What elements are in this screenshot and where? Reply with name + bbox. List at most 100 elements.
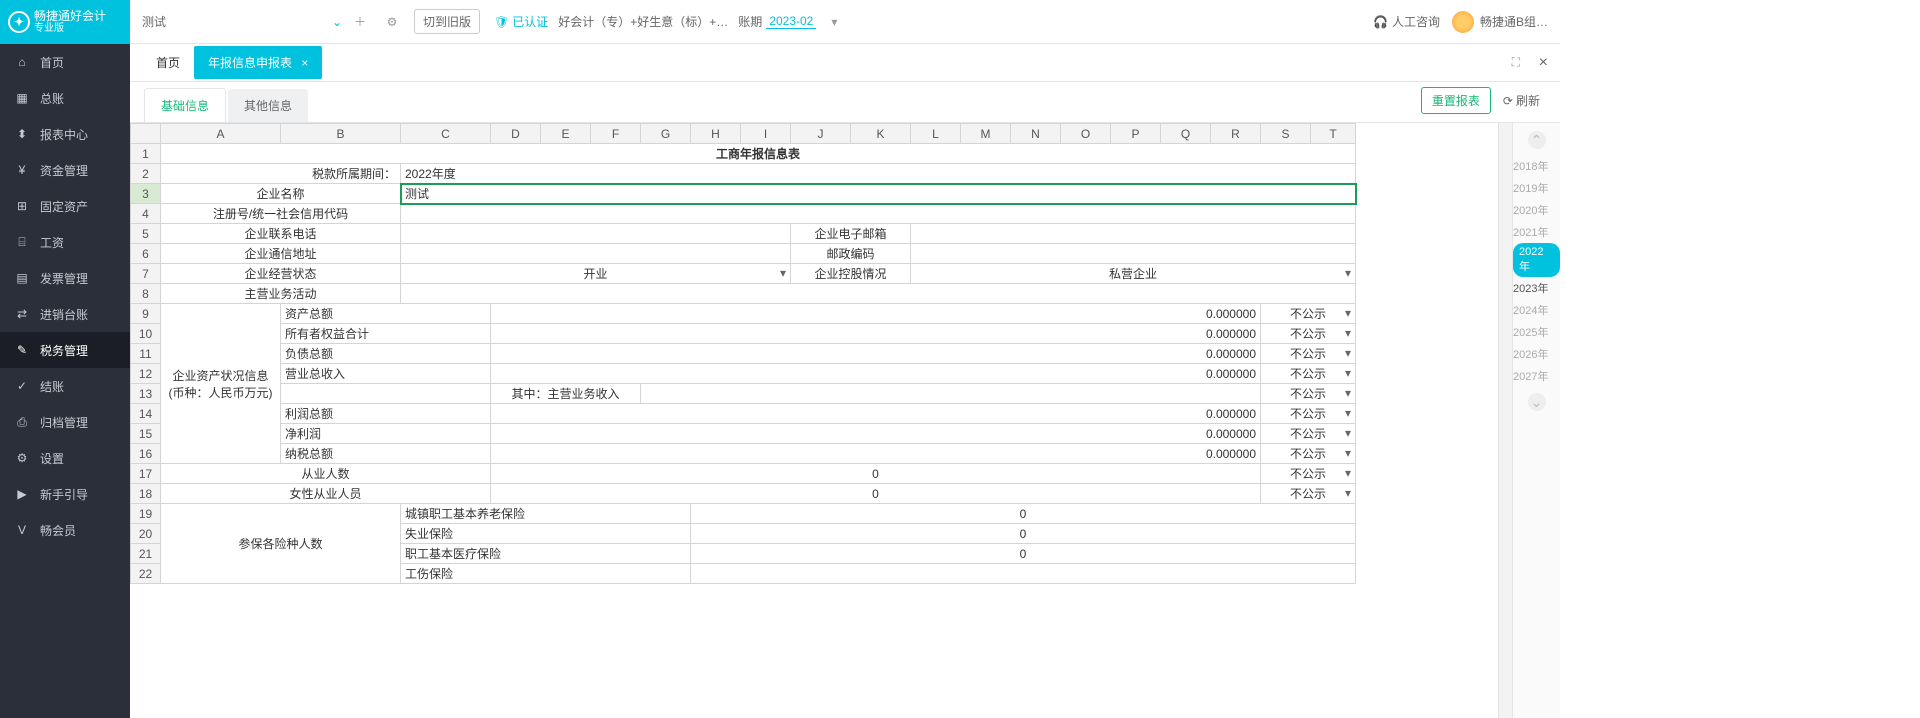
chevron-down-icon[interactable]: ▾ [1345, 266, 1351, 280]
page-tabs: 首页 年报信息申报表 × ⛶ × [130, 44, 1560, 82]
sidebar-item-11[interactable]: ⚙设置 [0, 440, 130, 476]
nav-icon: ⇄ [14, 306, 30, 322]
year-item[interactable]: 2027年 [1513, 365, 1560, 387]
tax-period-value[interactable]: 2022年度 [401, 164, 1356, 184]
sidebar-item-2[interactable]: ⬍报表中心 [0, 116, 130, 152]
sidebar-item-5[interactable]: ⌸工资 [0, 224, 130, 260]
plan-label: 好会计（专）+好生意（标）+… [558, 13, 728, 30]
col-header[interactable]: M [961, 124, 1011, 144]
col-header[interactable]: S [1261, 124, 1311, 144]
col-header[interactable]: R [1211, 124, 1261, 144]
refresh-icon: ⟳ [1503, 94, 1513, 108]
col-header[interactable]: H [691, 124, 741, 144]
refresh-button[interactable]: ⟳ 刷新 [1503, 92, 1540, 109]
year-item[interactable]: 2021年 [1513, 221, 1560, 243]
col-header[interactable]: E [541, 124, 591, 144]
tabs-close-icon[interactable]: × [1539, 54, 1548, 72]
asset-group-label: 企业资产状况信息(币种：人民币万元) [161, 304, 281, 464]
certified-badge: 🛡 已认证 [494, 13, 548, 30]
year-item[interactable]: 2024年 [1513, 299, 1560, 321]
subtab-other[interactable]: 其他信息 [228, 89, 308, 122]
period-picker[interactable]: 2023-02 [766, 14, 816, 29]
year-item[interactable]: 2019年 [1513, 177, 1560, 199]
col-header[interactable]: B [281, 124, 401, 144]
sidebar-item-10[interactable]: ⎙归档管理 [0, 404, 130, 440]
sidebar-item-7[interactable]: ⇄进销台账 [0, 296, 130, 332]
year-up-icon[interactable]: ⌃ [1528, 131, 1546, 149]
col-header[interactable]: Q [1161, 124, 1211, 144]
sheet-title: 工商年报信息表 [161, 144, 1356, 164]
year-item[interactable]: 2026年 [1513, 343, 1560, 365]
period-dropdown-icon[interactable]: ▾ [820, 8, 848, 36]
company-selector[interactable]: 测试 ⌄ [142, 13, 342, 30]
col-header[interactable]: O [1061, 124, 1111, 144]
corner-cell[interactable] [131, 124, 161, 144]
col-header[interactable]: K [851, 124, 911, 144]
year-item[interactable]: 2022年 [1513, 243, 1560, 277]
year-item[interactable]: 2025年 [1513, 321, 1560, 343]
business-status-select[interactable]: 开业▾ [401, 264, 791, 284]
nav-icon: ⎙ [14, 414, 30, 430]
close-icon[interactable]: × [301, 56, 308, 70]
sub-tabs: 基础信息 其他信息 重置报表 ⟳ 刷新 [130, 82, 1560, 122]
year-down-icon[interactable]: ⌄ [1528, 393, 1546, 411]
tab-home[interactable]: 首页 [142, 46, 194, 79]
nav-icon: ✎ [14, 342, 30, 358]
spreadsheet[interactable]: ABCDEFGHIJKLMNOPQRST 1工商年报信息表 2税款所属期间：20… [130, 123, 1498, 718]
company-name-cell[interactable]: 测试 [401, 184, 1356, 204]
period-label: 账期 [738, 13, 762, 30]
sidebar-item-4[interactable]: ⊞固定资产 [0, 188, 130, 224]
col-header[interactable]: L [911, 124, 961, 144]
sidebar-item-13[interactable]: V畅会员 [0, 512, 130, 548]
sidebar-item-9[interactable]: ✓结账 [0, 368, 130, 404]
col-header[interactable]: F [591, 124, 641, 144]
nav-icon: V [14, 522, 30, 538]
col-header[interactable]: J [791, 124, 851, 144]
tax-period-label: 税款所属期间： [161, 164, 401, 184]
sidebar-item-1[interactable]: ▦总账 [0, 80, 130, 116]
col-header[interactable]: T [1311, 124, 1356, 144]
nav-icon: ▦ [14, 90, 30, 106]
gear-icon[interactable]: ⚙ [378, 8, 406, 36]
expand-icon[interactable]: ⛶ [1512, 55, 1520, 70]
publicity-select[interactable]: 不公示▾ [1261, 304, 1356, 324]
avatar[interactable] [1452, 11, 1474, 33]
sidebar-item-3[interactable]: ¥资金管理 [0, 152, 130, 188]
nav-icon: ⚙ [14, 450, 30, 466]
year-item[interactable]: 2023年 [1513, 277, 1560, 299]
topbar: 测试 ⌄ ＋ ⚙ 切到旧版 🛡 已认证 好会计（专）+好生意（标）+… 账期 2… [130, 0, 1560, 44]
add-icon[interactable]: ＋ [346, 8, 374, 36]
year-item[interactable]: 2020年 [1513, 199, 1560, 221]
subtab-basic[interactable]: 基础信息 [144, 88, 226, 122]
col-header[interactable]: G [641, 124, 691, 144]
support-link[interactable]: 人工咨询 [1392, 13, 1440, 30]
sidebar-item-0[interactable]: ⌂首页 [0, 44, 130, 80]
nav-icon: ▤ [14, 270, 30, 286]
col-header[interactable]: N [1011, 124, 1061, 144]
brand-edition: 专业版 [34, 23, 106, 34]
cloud-icon: ✦ [8, 11, 30, 33]
chevron-down-icon[interactable]: ▾ [780, 266, 786, 280]
chevron-down-icon[interactable]: ⌄ [332, 15, 342, 29]
insurance-group-label: 参保各险种人数 [161, 504, 401, 584]
ownership-select[interactable]: 私营企业▾ [911, 264, 1356, 284]
col-header[interactable]: P [1111, 124, 1161, 144]
row-num[interactable]: 1 [131, 144, 161, 164]
year-item[interactable]: 2018年 [1513, 155, 1560, 177]
sidebar-item-6[interactable]: ▤发票管理 [0, 260, 130, 296]
col-header[interactable]: A [161, 124, 281, 144]
user-name[interactable]: 畅捷通B组… [1480, 13, 1548, 30]
scrollbar[interactable] [1498, 123, 1512, 718]
col-header[interactable]: D [491, 124, 541, 144]
sidebar-item-8[interactable]: ✎税务管理 [0, 332, 130, 368]
col-header[interactable]: C [401, 124, 491, 144]
tab-annual-report[interactable]: 年报信息申报表 × [194, 46, 322, 79]
nav-icon: ✓ [14, 378, 30, 394]
nav-icon: ⌸ [14, 234, 30, 250]
col-header[interactable]: I [741, 124, 791, 144]
brand-logo: ✦ 畅捷通好会计 专业版 [0, 0, 130, 44]
sidebar-item-12[interactable]: ▶新手引导 [0, 476, 130, 512]
nav-icon: ¥ [14, 162, 30, 178]
switch-old-button[interactable]: 切到旧版 [414, 9, 480, 34]
reset-button[interactable]: 重置报表 [1421, 87, 1491, 114]
